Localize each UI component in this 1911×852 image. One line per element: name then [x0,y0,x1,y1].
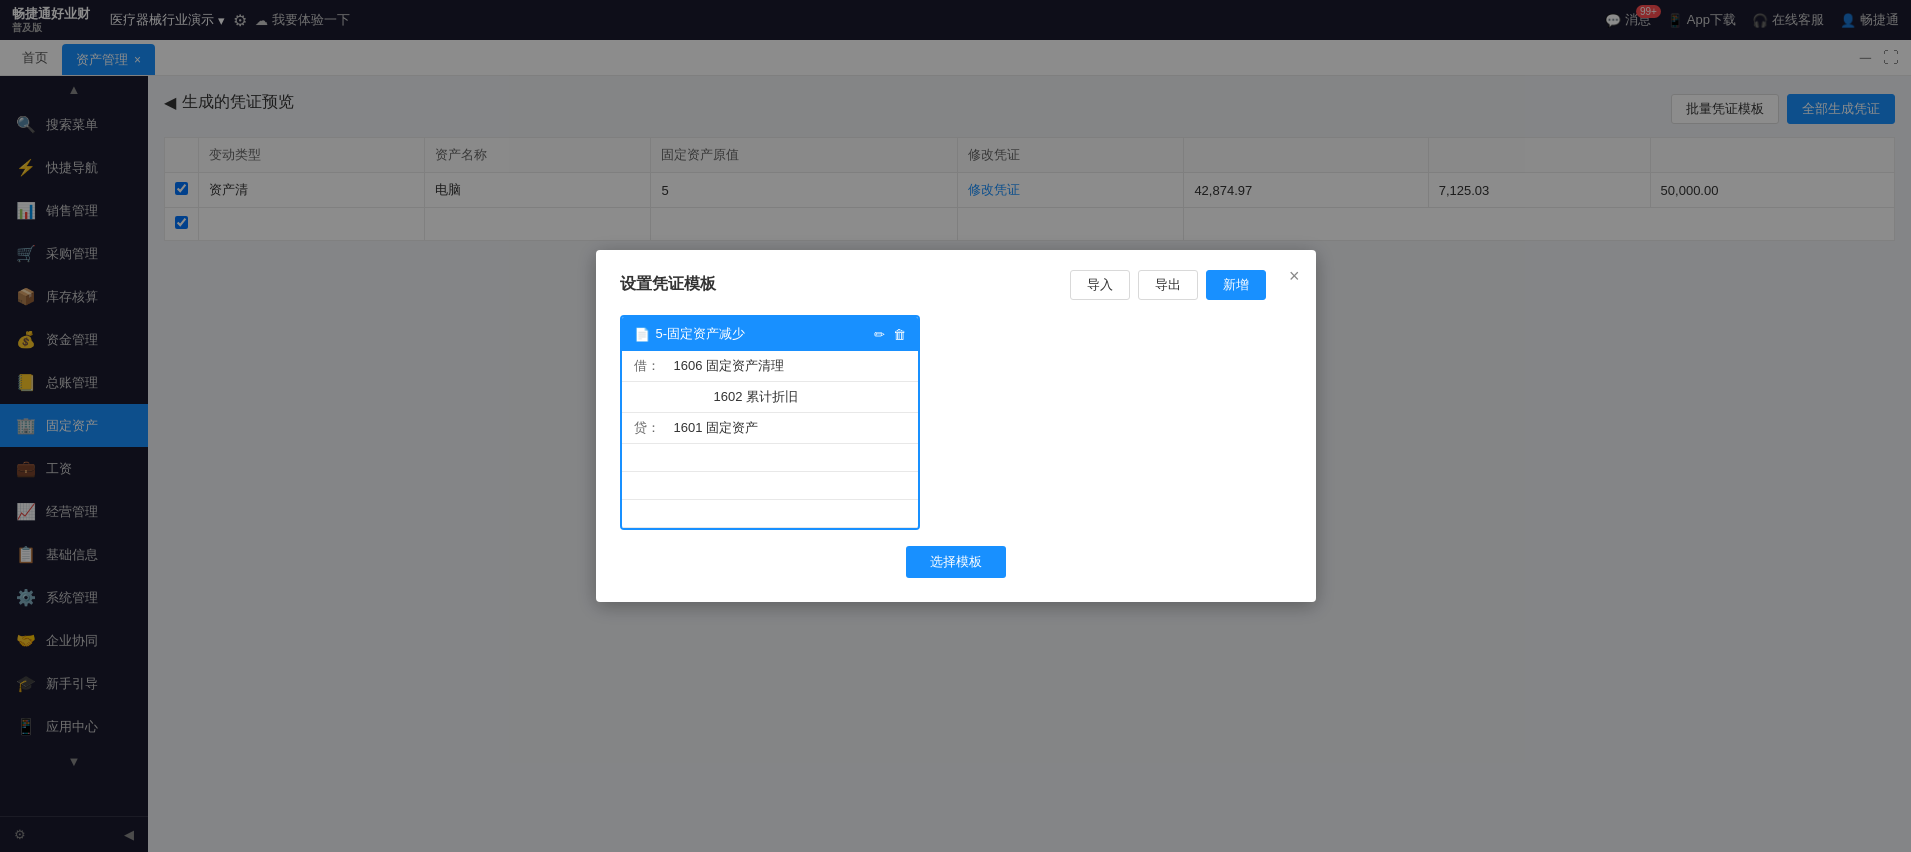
template-header-right: ✏ 🗑 [874,327,906,342]
dialog-close-button[interactable]: × [1289,266,1300,287]
template-edit-icon[interactable]: ✏ [874,327,885,342]
template-entry-3: 贷： 1601 固定资产 [622,413,918,444]
template-delete-icon[interactable]: 🗑 [893,327,906,342]
add-template-button[interactable]: 新增 [1206,270,1266,300]
dialog-toolbar: 导入 导出 新增 [1070,270,1266,300]
select-template-button[interactable]: 选择模板 [906,546,1006,578]
entry-account-1: 1606 固定资产清理 [674,357,906,375]
template-card: 📄 5-固定资产减少 ✏ 🗑 借： 1606 固定资产清理 1602 累计折旧 [620,315,920,530]
template-header-left: 📄 5-固定资产减少 [634,325,746,343]
template-entry-empty-2 [622,472,918,500]
export-button[interactable]: 导出 [1138,270,1198,300]
template-entry-empty-1 [622,444,918,472]
entry-direction-1: 借： [634,357,674,375]
template-card-body: 借： 1606 固定资产清理 1602 累计折旧 贷： 1601 固定资产 [622,351,918,528]
template-entry-empty-3 [622,500,918,528]
template-doc-icon: 📄 [634,327,650,342]
entry-account-3: 1601 固定资产 [674,419,906,437]
modal-overlay: × 设置凭证模板 导入 导出 新增 📄 5-固定资产减少 ✏ 🗑 借： [0,0,1911,852]
template-card-header: 📄 5-固定资产减少 ✏ 🗑 [622,317,918,351]
entry-account-2: 1602 累计折旧 [674,388,906,406]
template-dialog: × 设置凭证模板 导入 导出 新增 📄 5-固定资产减少 ✏ 🗑 借： [596,250,1316,602]
import-button[interactable]: 导入 [1070,270,1130,300]
template-entry-1: 借： 1606 固定资产清理 [622,351,918,382]
template-entry-2: 1602 累计折旧 [622,382,918,413]
template-name: 5-固定资产减少 [656,325,746,343]
entry-direction-3: 贷： [634,419,674,437]
